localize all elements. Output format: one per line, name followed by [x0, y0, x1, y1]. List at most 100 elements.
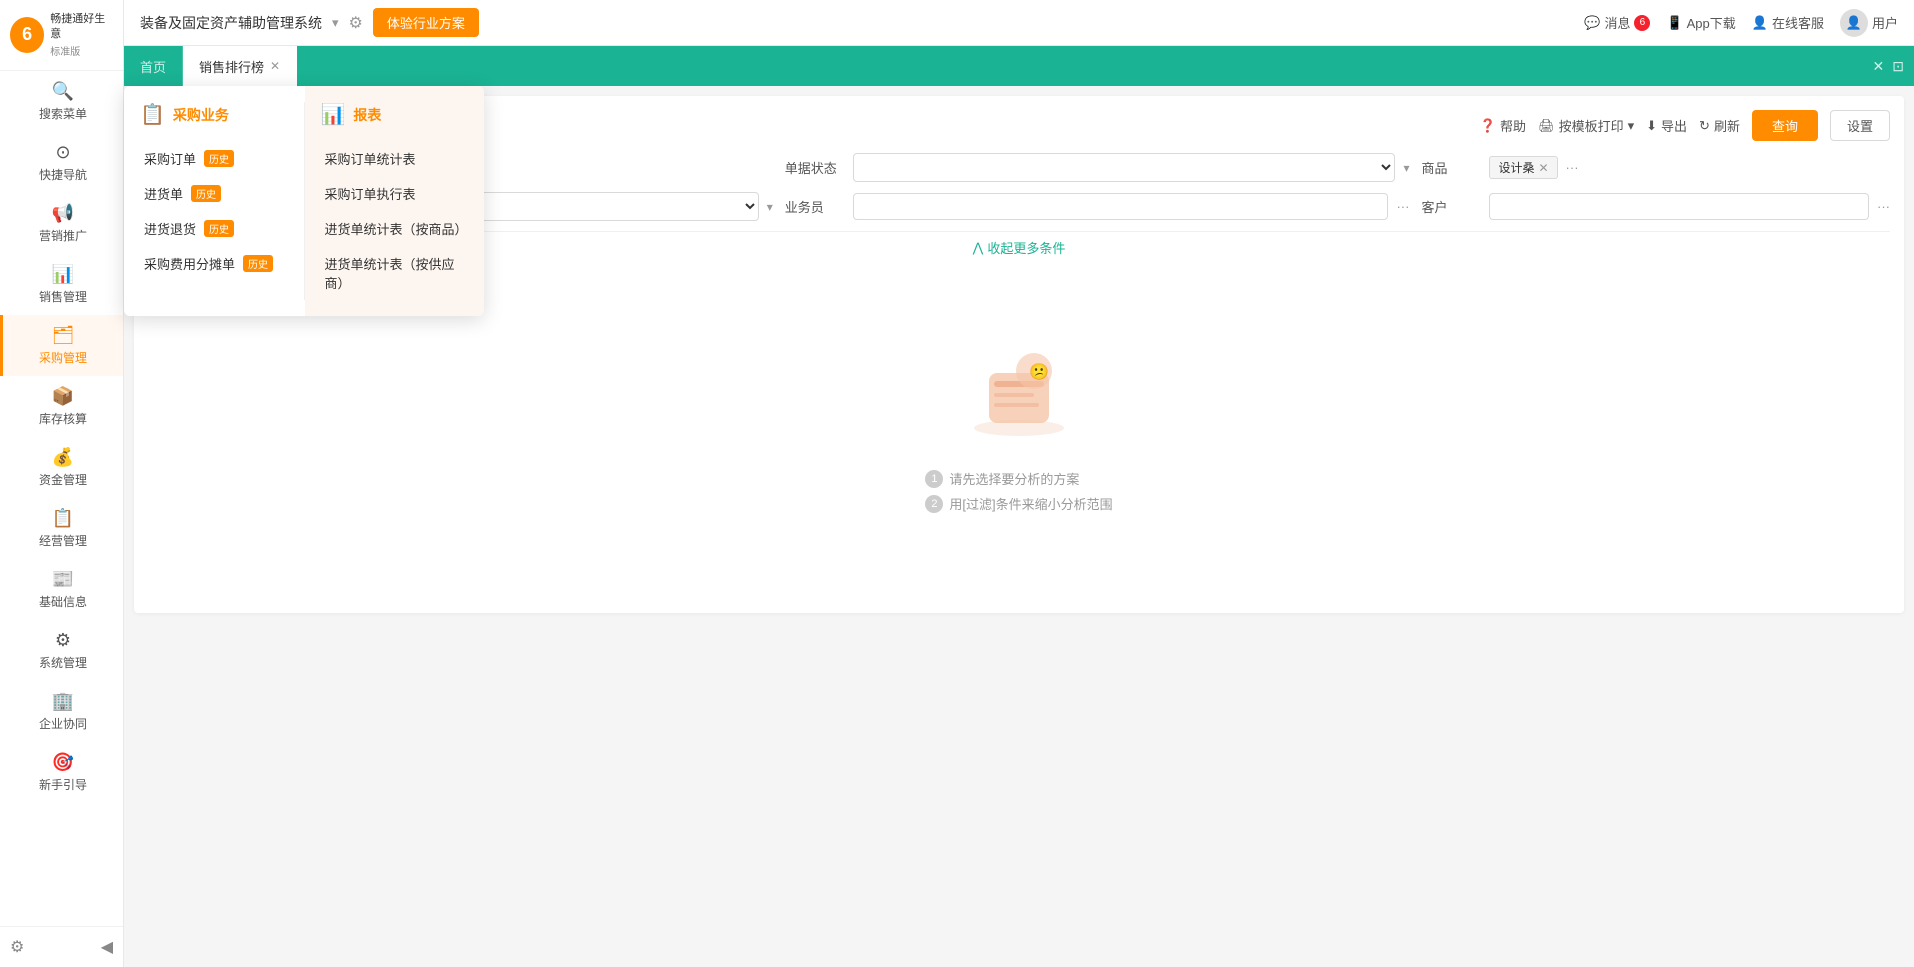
customer-more-button[interactable]: ··· [1877, 199, 1890, 214]
industry-button[interactable]: 体验行业方案 [373, 8, 479, 37]
tabbar: 首页 销售排行榜 ✕ ✕ ⊡ [124, 46, 1914, 86]
customer-filter: 客户 ··· [1421, 193, 1890, 220]
tab-home[interactable]: 首页 [124, 46, 183, 86]
sidebar-item-finance[interactable]: 💰 资金管理 [0, 437, 123, 498]
tip-num-1: 1 [925, 470, 943, 488]
help-button[interactable]: ❓ 帮助 [1480, 116, 1526, 135]
app-download-button[interactable]: 📱 App下载 [1666, 13, 1735, 32]
close-tab-icon[interactable]: ✕ [1873, 58, 1885, 75]
tip-text-1: 请先选择要分析的方案 [949, 469, 1079, 488]
history-tag-purchase-order: 历史 [204, 150, 234, 167]
inbound-stats-goods-label: 进货单统计表（按商品） [325, 219, 465, 238]
export-button[interactable]: ⬇ 导出 [1646, 116, 1687, 135]
collapse-sidebar-button[interactable]: ◀ [101, 937, 113, 957]
dropdown-item-inbound-stats-goods[interactable]: 进货单统计表（按商品） [321, 211, 469, 246]
service-icon: 👤 [1752, 15, 1768, 31]
history-tag-return: 历史 [204, 220, 234, 237]
settings-button[interactable]: ⚙ [10, 937, 24, 957]
finance-icon: 💰 [52, 447, 74, 468]
tab-sales-ranking[interactable]: 销售排行榜 ✕ [183, 46, 297, 86]
chevron-down-icon[interactable]: ▾ [332, 15, 339, 31]
sidebar-item-label: 库存核算 [39, 410, 87, 427]
goods-tag-close[interactable]: ✕ [1538, 161, 1548, 175]
user-avatar-icon: 👤 [1846, 15, 1862, 31]
sidebar-item-label: 新手引导 [39, 776, 87, 793]
message-button[interactable]: 💬 消息 6 [1584, 13, 1650, 32]
tabbar-right: ✕ ⊡ [1863, 46, 1914, 86]
dropdown-item-return[interactable]: 进货退货 历史 [140, 211, 288, 246]
chevron-down-icon: ▾ [1403, 161, 1409, 175]
basic-info-icon: 📰 [52, 569, 74, 590]
chevron-up-icon: ⋀ [973, 240, 984, 256]
inbound-stats-supplier-label: 进货单统计表（按供应商） [325, 254, 465, 292]
settings-icon[interactable]: ⚙ [349, 13, 363, 33]
sidebar-item-label: 搜索菜单 [39, 105, 87, 122]
print-icon: 🖨 [1538, 118, 1555, 134]
phone-icon: 📱 [1666, 15, 1682, 31]
goods-more-button[interactable]: ··· [1566, 160, 1579, 175]
operations-icon: 📋 [52, 508, 74, 529]
sidebar-item-sales[interactable]: 📊 销售管理 [0, 254, 123, 315]
sidebar: 6 畅捷通好生意 标准版 🔍 搜索菜单 ⊙ 快捷导航 📢 营销推广 📊 销售管理… [0, 0, 124, 967]
query-button[interactable]: 查询 [1752, 110, 1818, 141]
header: 装备及固定资产辅助管理系统 ▾ ⚙ 体验行业方案 💬 消息 6 📱 App下载 … [124, 0, 1914, 46]
sidebar-item-inventory[interactable]: 📦 库存核算 [0, 376, 123, 437]
expand-icon[interactable]: ⊡ [1892, 58, 1904, 75]
order-exec-label: 采购订单执行表 [325, 184, 416, 203]
collapse-label: 收起更多条件 [987, 238, 1065, 257]
dropdown-item-purchase-order[interactable]: 采购订单 历史 [140, 141, 288, 176]
dropdown-item-inbound-stats-supplier[interactable]: 进货单统计表（按供应商） [321, 246, 469, 300]
sidebar-item-marketing[interactable]: 📢 营销推广 [0, 193, 123, 254]
customer-input[interactable] [1489, 193, 1869, 220]
sidebar-nav: 🔍 搜索菜单 ⊙ 快捷导航 📢 营销推广 📊 销售管理 🗂 采购管理 📦 库存核… [0, 71, 123, 926]
sidebar-item-quick-nav[interactable]: ⊙ 快捷导航 [0, 132, 123, 193]
sidebar-item-basic-info[interactable]: 📰 基础信息 [0, 559, 123, 620]
toolbar-right: ❓ 帮助 🖨 按模板打印 ▾ ⬇ 导出 ↻ 刷新 查询 设置 [1480, 110, 1890, 141]
salesman-input[interactable] [853, 193, 1389, 220]
sidebar-item-enterprise[interactable]: 🏢 企业协同 [0, 681, 123, 742]
header-right: 💬 消息 6 📱 App下载 👤 在线客服 👤 用户 [1584, 9, 1898, 37]
sidebar-item-label: 基础信息 [39, 593, 87, 610]
customer-label: 客户 [1421, 197, 1481, 216]
export-icon: ⬇ [1646, 118, 1657, 134]
dropdown-item-inbound[interactable]: 进货单 历史 [140, 176, 288, 211]
sidebar-item-label: 系统管理 [39, 654, 87, 671]
tab-close-icon[interactable]: ✕ [270, 59, 280, 73]
help-label: 帮助 [1500, 116, 1526, 135]
sidebar-item-search[interactable]: 🔍 搜索菜单 [0, 71, 123, 132]
search-nav-icon: 🔍 [52, 81, 74, 102]
tab-home-label: 首页 [140, 57, 166, 76]
logo-area: 6 畅捷通好生意 标准版 [0, 0, 123, 71]
dropdown-item-order-stats[interactable]: 采购订单统计表 [321, 141, 469, 176]
settings-button[interactable]: 设置 [1830, 110, 1890, 141]
salesman-more-button[interactable]: ··· [1396, 199, 1409, 214]
sidebar-item-label: 快捷导航 [39, 166, 87, 183]
print-button[interactable]: 🖨 按模板打印 ▾ [1538, 116, 1634, 135]
online-service-button[interactable]: 👤 在线客服 [1752, 13, 1824, 32]
user-avatar-button[interactable]: 👤 用户 [1840, 9, 1898, 37]
marketing-icon: 📢 [52, 203, 74, 224]
svg-text:😕: 😕 [1029, 363, 1049, 381]
dropdown-item-expense[interactable]: 采购费用分摊单 历史 [140, 246, 288, 281]
goods-tag: 设计桑 ✕ [1489, 156, 1557, 179]
empty-tips: 1 请先选择要分析的方案 2 用[过滤]条件来缩小分析范围 [925, 463, 1112, 519]
app-download-label: App下载 [1687, 13, 1736, 32]
voucher-status-filter: 单据状态 ▾ [785, 153, 1410, 182]
purchase-order-label: 采购订单 [144, 149, 196, 168]
purchase-section-title: 采购业务 [173, 105, 229, 125]
voucher-status-select[interactable] [853, 153, 1396, 182]
avatar: 👤 [1840, 9, 1868, 37]
tip-num-2: 2 [925, 495, 943, 513]
sidebar-item-label: 经营管理 [39, 532, 87, 549]
sidebar-item-label: 销售管理 [39, 288, 87, 305]
dropdown-item-order-exec[interactable]: 采购订单执行表 [321, 176, 469, 211]
sales-icon: 📊 [52, 264, 74, 285]
sidebar-item-system[interactable]: ⚙ 系统管理 [0, 620, 123, 681]
sidebar-item-label: 采购管理 [39, 349, 87, 366]
message-label: 消息 [1604, 13, 1630, 32]
sidebar-item-operations[interactable]: 📋 经营管理 [0, 498, 123, 559]
print-label: 按模板打印 [1559, 116, 1624, 135]
sidebar-item-purchase[interactable]: 🗂 采购管理 [0, 315, 123, 376]
refresh-button[interactable]: ↻ 刷新 [1699, 116, 1740, 135]
sidebar-item-guide[interactable]: 🎯 新手引导 [0, 742, 123, 803]
